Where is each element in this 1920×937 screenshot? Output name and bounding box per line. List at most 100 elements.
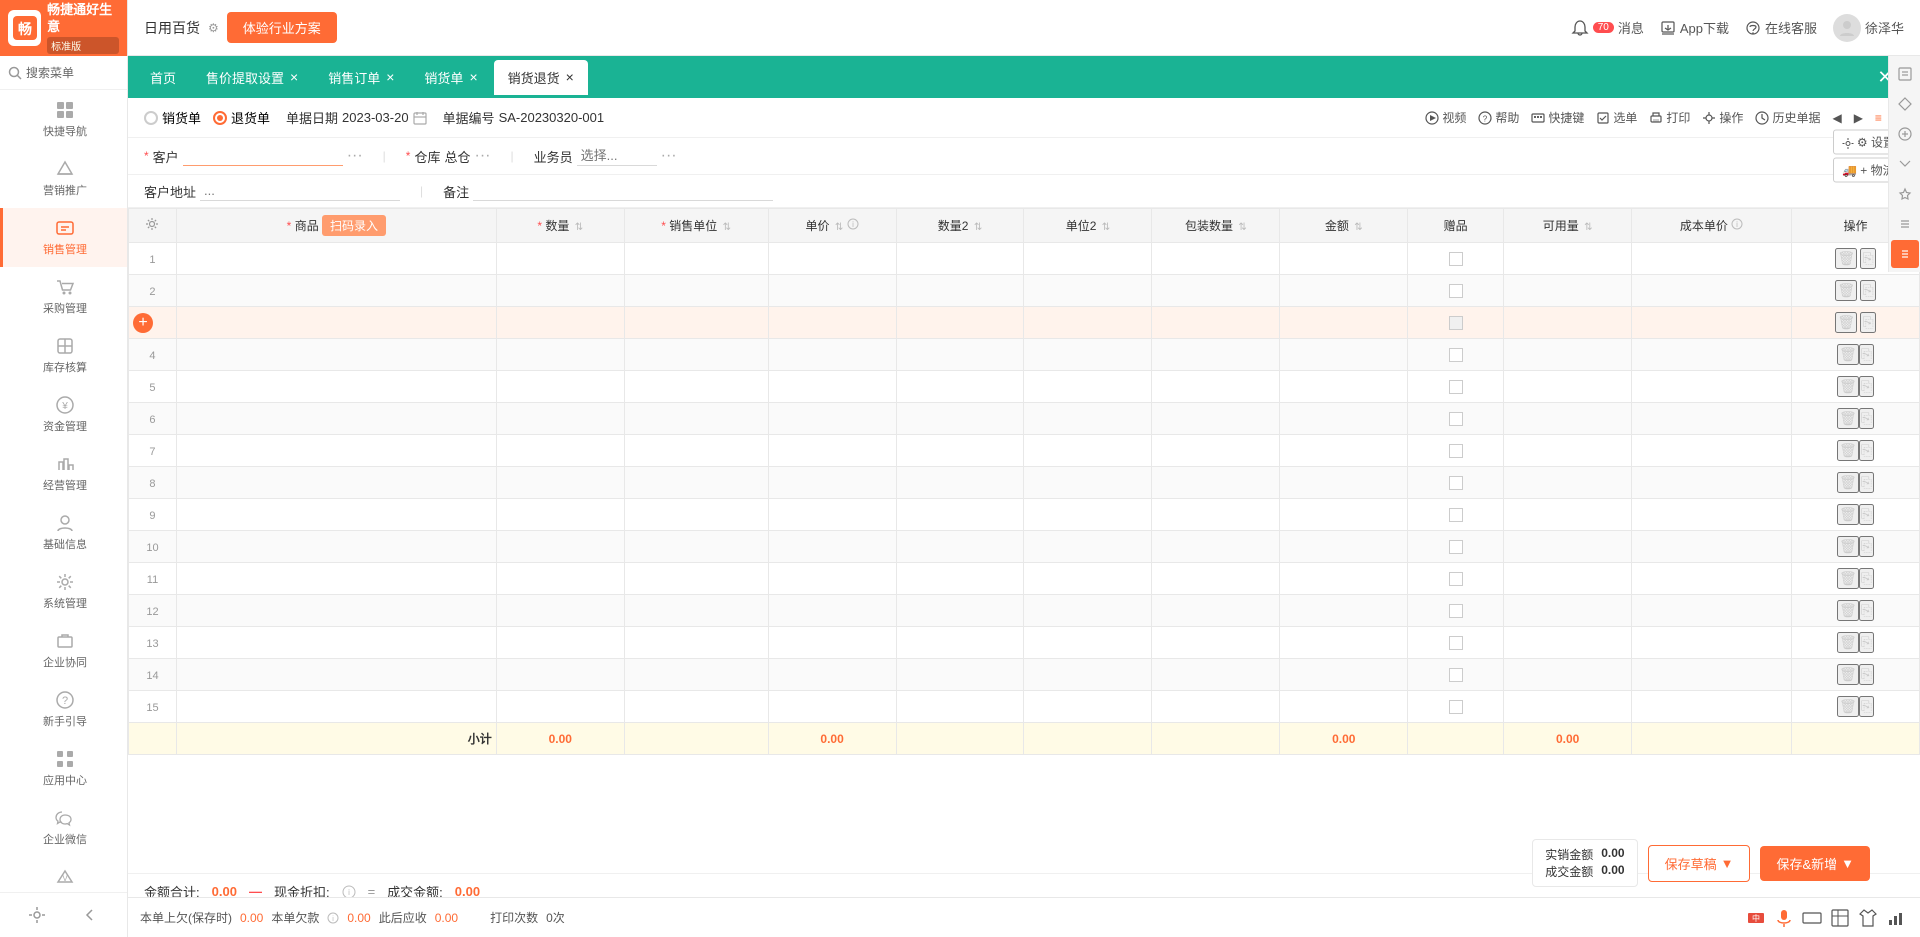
right-action-7[interactable] — [1891, 240, 1919, 268]
row-qty-2[interactable] — [496, 275, 624, 307]
sidebar-item-enterprise[interactable]: 企业协同 — [0, 621, 127, 680]
row-avail-3[interactable] — [1504, 307, 1632, 339]
row-qty2-2[interactable] — [896, 275, 1024, 307]
row-amount-1[interactable] — [1280, 243, 1408, 275]
remarks-input[interactable] — [473, 181, 773, 201]
col-amount-sort[interactable]: ⇅ — [1354, 222, 1362, 233]
row-amount-3[interactable] — [1280, 307, 1408, 339]
col-qty-sort[interactable]: ⇅ — [575, 222, 583, 233]
copy-row-8-btn[interactable]: ⎘ — [1859, 472, 1874, 493]
row-pack-2[interactable] — [1152, 275, 1280, 307]
topbar-gear-btn[interactable]: ⚙ — [208, 21, 219, 35]
tab-sales-delivery[interactable]: 销货单 × — [410, 60, 491, 95]
delete-row-7-btn[interactable]: 🗑 — [1837, 440, 1859, 461]
sidebar-item-inventory[interactable]: 库存核算 — [0, 326, 127, 385]
sidebar-settings-btn[interactable] — [25, 903, 49, 927]
row-gift-3[interactable] — [1408, 307, 1504, 339]
customer-dots-btn[interactable]: ··· — [347, 147, 363, 165]
sidebar-item-quick-nav[interactable]: 快捷导航 — [0, 90, 127, 149]
col-unit2-sort[interactable]: ⇅ — [1102, 222, 1110, 233]
copy-row-9-btn[interactable]: ⎘ — [1859, 504, 1874, 525]
sidebar-item-finance[interactable]: ¥ 资金管理 — [0, 385, 127, 444]
row-price-1[interactable] — [768, 243, 896, 275]
copy-row-3-btn[interactable]: ⎘ — [1860, 312, 1875, 333]
row-pack-1[interactable] — [1152, 243, 1280, 275]
delete-row-5-btn[interactable]: 🗑 — [1837, 376, 1859, 397]
row-cost-2[interactable] — [1632, 275, 1792, 307]
copy-row-10-btn[interactable]: ⎘ — [1859, 536, 1874, 557]
delete-row-9-btn[interactable]: 🗑 — [1837, 504, 1859, 525]
taskbar-icon-6[interactable] — [1884, 906, 1908, 930]
tab-price-setting[interactable]: 售价提取设置 × — [192, 60, 312, 95]
shortcut-btn[interactable]: 快捷键 — [1531, 109, 1584, 126]
taskbar-icon-5[interactable] — [1856, 906, 1880, 930]
sidebar-item-guide[interactable]: ? 新手引导 — [0, 680, 127, 739]
copy-row-15-btn[interactable]: ⎘ — [1859, 696, 1874, 717]
sidebar-item-member[interactable]: V 畅会员 — [0, 857, 127, 892]
tab-price-setting-close[interactable]: × — [290, 70, 298, 84]
delete-row-15-btn[interactable]: 🗑 — [1837, 696, 1859, 717]
copy-row-5-btn[interactable]: ⎘ — [1859, 376, 1874, 397]
col-available-sort[interactable]: ⇅ — [1584, 222, 1592, 233]
right-action-3[interactable] — [1891, 120, 1919, 148]
right-action-5[interactable] — [1891, 180, 1919, 208]
delete-row-3-btn[interactable]: 🗑 — [1835, 312, 1857, 333]
radio-sales-return[interactable]: 退货单 — [213, 108, 270, 127]
copy-row-1-btn[interactable]: ⎘ — [1860, 248, 1875, 269]
date-value[interactable]: 2023-03-20 — [342, 110, 409, 125]
calendar-icon[interactable] — [413, 111, 427, 125]
tab-sales-return[interactable]: 销货退货 × — [494, 60, 588, 95]
delete-row-14-btn[interactable]: 🗑 — [1837, 664, 1859, 685]
app-download-btn[interactable]: App下载 — [1660, 18, 1729, 37]
taskbar-icon-3[interactable] — [1800, 906, 1824, 930]
notification-btn[interactable]: 70 消息 — [1571, 18, 1644, 37]
staff-input[interactable] — [577, 146, 657, 166]
save-draft-btn[interactable]: 保存草稿 ▼ — [1648, 845, 1751, 882]
select-btn[interactable]: 选单 — [1596, 109, 1637, 126]
copy-row-13-btn[interactable]: ⎘ — [1859, 632, 1874, 653]
col-sales-unit-sort[interactable]: ⇅ — [723, 222, 731, 233]
row-avail-2[interactable] — [1504, 275, 1632, 307]
right-action-1[interactable] — [1891, 60, 1919, 88]
tab-sales-order[interactable]: 销售订单 × — [314, 60, 408, 95]
row-unit-3[interactable] — [624, 307, 768, 339]
copy-row-11-btn[interactable]: ⎘ — [1859, 568, 1874, 589]
right-action-4[interactable] — [1891, 150, 1919, 178]
copy-row-4-btn[interactable]: ⎘ — [1859, 344, 1874, 365]
row-gift-1[interactable] — [1408, 243, 1504, 275]
tab-sales-order-close[interactable]: × — [386, 70, 394, 84]
staff-dots-btn[interactable]: ··· — [661, 147, 677, 165]
taskbar-icon-4[interactable] — [1828, 906, 1852, 930]
row-unit2-3[interactable] — [1024, 307, 1152, 339]
row-add-btn-cell[interactable]: + — [129, 307, 177, 339]
next-doc-btn[interactable]: ▶ — [1854, 111, 1863, 125]
row-price-2[interactable] — [768, 275, 896, 307]
delete-row-13-btn[interactable]: 🗑 — [1837, 632, 1859, 653]
help-btn[interactable]: ? 帮助 — [1478, 109, 1519, 126]
copy-row-14-btn[interactable]: ⎘ — [1859, 664, 1874, 685]
col-price-sort[interactable]: ⇅ — [835, 222, 843, 233]
sidebar-item-basic-info[interactable]: 基础信息 — [0, 503, 127, 562]
row-cost-1[interactable] — [1632, 243, 1792, 275]
row-pack-3[interactable] — [1152, 307, 1280, 339]
copy-row-2-btn[interactable]: ⎘ — [1860, 280, 1875, 301]
row-amount-2[interactable] — [1280, 275, 1408, 307]
row-unit-2[interactable] — [624, 275, 768, 307]
radio-sales-delivery[interactable]: 销货单 — [144, 108, 201, 127]
sidebar-item-marketing[interactable]: 营销推广 — [0, 149, 127, 208]
experience-btn[interactable]: 体验行业方案 — [227, 12, 337, 43]
row-cost-3[interactable] — [1632, 307, 1792, 339]
delete-row-2-btn[interactable]: 🗑 — [1835, 280, 1857, 301]
sidebar-item-sales[interactable]: 销售管理 — [0, 208, 127, 267]
sidebar-item-purchase[interactable]: 采购管理 — [0, 267, 127, 326]
tab-home[interactable]: 首页 — [136, 60, 190, 95]
row-product-3[interactable] — [176, 307, 496, 339]
row-qty2-1[interactable] — [896, 243, 1024, 275]
row-avail-1[interactable] — [1504, 243, 1632, 275]
right-action-6[interactable] — [1891, 210, 1919, 238]
row-qty2-3[interactable] — [896, 307, 1024, 339]
row-unit2-2[interactable] — [1024, 275, 1152, 307]
row-qty-1[interactable] — [496, 243, 624, 275]
delete-row-6-btn[interactable]: 🗑 — [1837, 408, 1859, 429]
row-price-3[interactable] — [768, 307, 896, 339]
